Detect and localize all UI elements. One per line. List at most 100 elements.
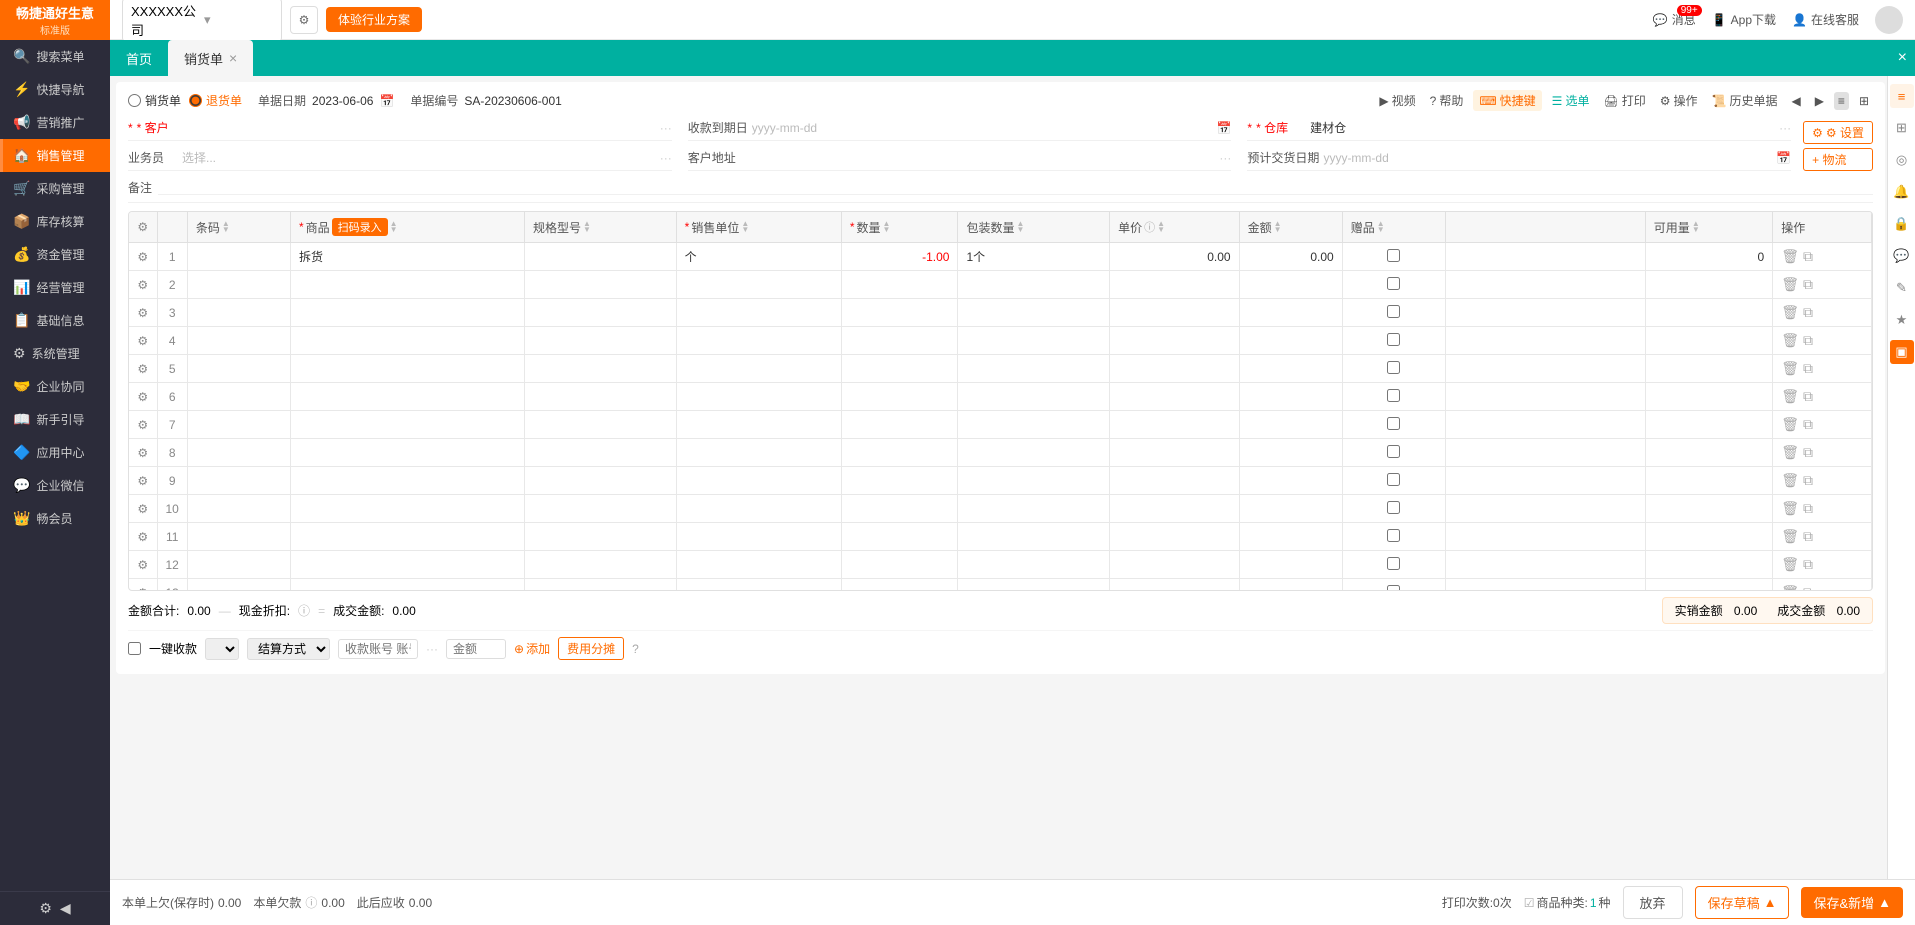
right-panel-orange-btn[interactable]: ▣ [1890,340,1914,364]
row-amount-6[interactable] [1239,411,1342,439]
user-avatar[interactable] [1875,6,1903,34]
row-product-10[interactable] [290,523,524,551]
notes-input[interactable] [158,180,1873,195]
row-barcode-1[interactable] [187,271,290,299]
one-click-payment-checkbox[interactable] [128,642,141,655]
gift-checkbox-8[interactable] [1387,473,1400,486]
row-unit-price-9[interactable] [1110,495,1239,523]
row-delete-btn-8[interactable]: 🗑 [1781,472,1799,489]
calendar-icon[interactable]: 📅 [379,94,394,108]
gift-checkbox-1[interactable] [1387,277,1400,290]
row-delete-btn-10[interactable]: 🗑 [1781,528,1799,545]
row-amount-1[interactable] [1239,271,1342,299]
row-pack-qty-1[interactable] [958,271,1110,299]
row-barcode-10[interactable] [187,523,290,551]
prev-btn[interactable]: ◀ [1787,92,1804,110]
row-delete-btn-4[interactable]: 🗑 [1781,360,1799,377]
gift-checkbox-5[interactable] [1387,389,1400,402]
row-sales-unit-0[interactable]: 个 [676,243,841,271]
row-barcode-8[interactable] [187,467,290,495]
sidebar-item-purchase[interactable]: 🛒 采购管理 [0,172,110,205]
row-quantity-5[interactable] [841,383,958,411]
history-btn[interactable]: 📜 历史单据 [1707,90,1781,111]
row-delete-btn-1[interactable]: 🗑 [1781,276,1799,293]
delivery-date-input[interactable] [1323,151,1772,165]
operate-btn[interactable]: ⚙ 操作 [1656,90,1702,111]
sidebar-item-search[interactable]: 🔍 搜索菜单 [0,40,110,73]
price-info-icon[interactable]: ⓘ [1144,219,1155,235]
row-pack-qty-3[interactable] [958,327,1110,355]
row-gift-1[interactable] [1342,271,1445,299]
row-amount-8[interactable] [1239,467,1342,495]
row-settings-1[interactable]: ⚙ [129,271,157,299]
row-desc-8[interactable] [1445,467,1645,495]
radio-return[interactable] [189,94,202,107]
right-panel-star-btn[interactable]: ★ [1890,308,1914,332]
row-settings-5[interactable]: ⚙ [129,383,157,411]
warehouse-more-btn[interactable]: ··· [1779,121,1791,135]
shortcut-btn[interactable]: ⌨ 快捷键 [1473,90,1541,111]
row-unit-price-5[interactable] [1110,383,1239,411]
customer-input-wrapper[interactable] [191,121,656,135]
row-unit-price-10[interactable] [1110,523,1239,551]
receipt-date-calendar-icon[interactable]: 📅 [1216,121,1231,135]
row-spec-5[interactable] [524,383,676,411]
row-gift-10[interactable] [1342,523,1445,551]
add-payment-btn[interactable]: ⊕ 添加 [514,640,550,657]
row-pack-qty-12[interactable] [958,579,1110,592]
right-panel-chat-btn[interactable]: 💬 [1890,244,1914,268]
row-quantity-2[interactable] [841,299,958,327]
row-barcode-5[interactable] [187,383,290,411]
row-gift-11[interactable] [1342,551,1445,579]
right-panel-grid-btn[interactable]: ⊞ [1890,116,1914,140]
row-spec-9[interactable] [524,495,676,523]
row-pack-qty-2[interactable] [958,299,1110,327]
sidebar-item-basic[interactable]: 📋 基础信息 [0,304,110,337]
radio-return-label[interactable]: 退货单 [189,92,242,109]
row-delete-btn-9[interactable]: 🗑 [1781,500,1799,517]
row-copy-btn-0[interactable]: ⧉ [1803,248,1813,265]
discard-button[interactable]: 放弃 [1623,886,1683,919]
row-barcode-9[interactable] [187,495,290,523]
row-barcode-7[interactable] [187,439,290,467]
row-pack-qty-4[interactable] [958,355,1110,383]
payment-method-select[interactable] [205,638,239,660]
row-copy-btn-5[interactable]: ⧉ [1803,388,1813,405]
row-delete-btn-6[interactable]: 🗑 [1781,416,1799,433]
row-amount-4[interactable] [1239,355,1342,383]
row-pack-qty-10[interactable] [958,523,1110,551]
customer-address-input[interactable] [742,151,1216,165]
row-copy-btn-2[interactable]: ⧉ [1803,304,1813,321]
row-spec-12[interactable] [524,579,676,592]
row-desc-0[interactable] [1445,243,1645,271]
account-input[interactable] [338,639,418,659]
save-draft-button[interactable]: 保存草稿 ▲ [1695,886,1790,919]
close-tab-icon[interactable]: × [229,50,237,66]
row-quantity-3[interactable] [841,327,958,355]
row-product-4[interactable] [290,355,524,383]
row-copy-btn-6[interactable]: ⧉ [1803,416,1813,433]
account-select[interactable]: 结算方式 [247,638,330,660]
row-sales-unit-11[interactable] [676,551,841,579]
row-amount-7[interactable] [1239,439,1342,467]
row-settings-0[interactable]: ⚙ [129,243,157,271]
customer-more-btn[interactable]: ··· [660,121,672,135]
row-product-8[interactable] [290,467,524,495]
row-quantity-12[interactable] [841,579,958,592]
salesperson-more-btn[interactable]: ··· [660,151,672,165]
row-sales-unit-9[interactable] [676,495,841,523]
company-settings-btn[interactable]: ⚙ [290,6,318,34]
row-spec-4[interactable] [524,355,676,383]
row-product-3[interactable] [290,327,524,355]
save-new-button[interactable]: 保存&新增 ▲ [1801,887,1903,918]
row-sales-unit-4[interactable] [676,355,841,383]
gift-checkbox-10[interactable] [1387,529,1400,542]
row-quantity-10[interactable] [841,523,958,551]
customer-input[interactable] [191,121,656,135]
row-copy-btn-8[interactable]: ⧉ [1803,472,1813,489]
choose-btn[interactable]: ☰ 选单 [1548,90,1594,111]
help-btn[interactable]: ? 帮助 [1426,90,1468,111]
row-product-12[interactable] [290,579,524,592]
split-btn[interactable]: 费用分摊 [558,637,624,660]
row-quantity-1[interactable] [841,271,958,299]
